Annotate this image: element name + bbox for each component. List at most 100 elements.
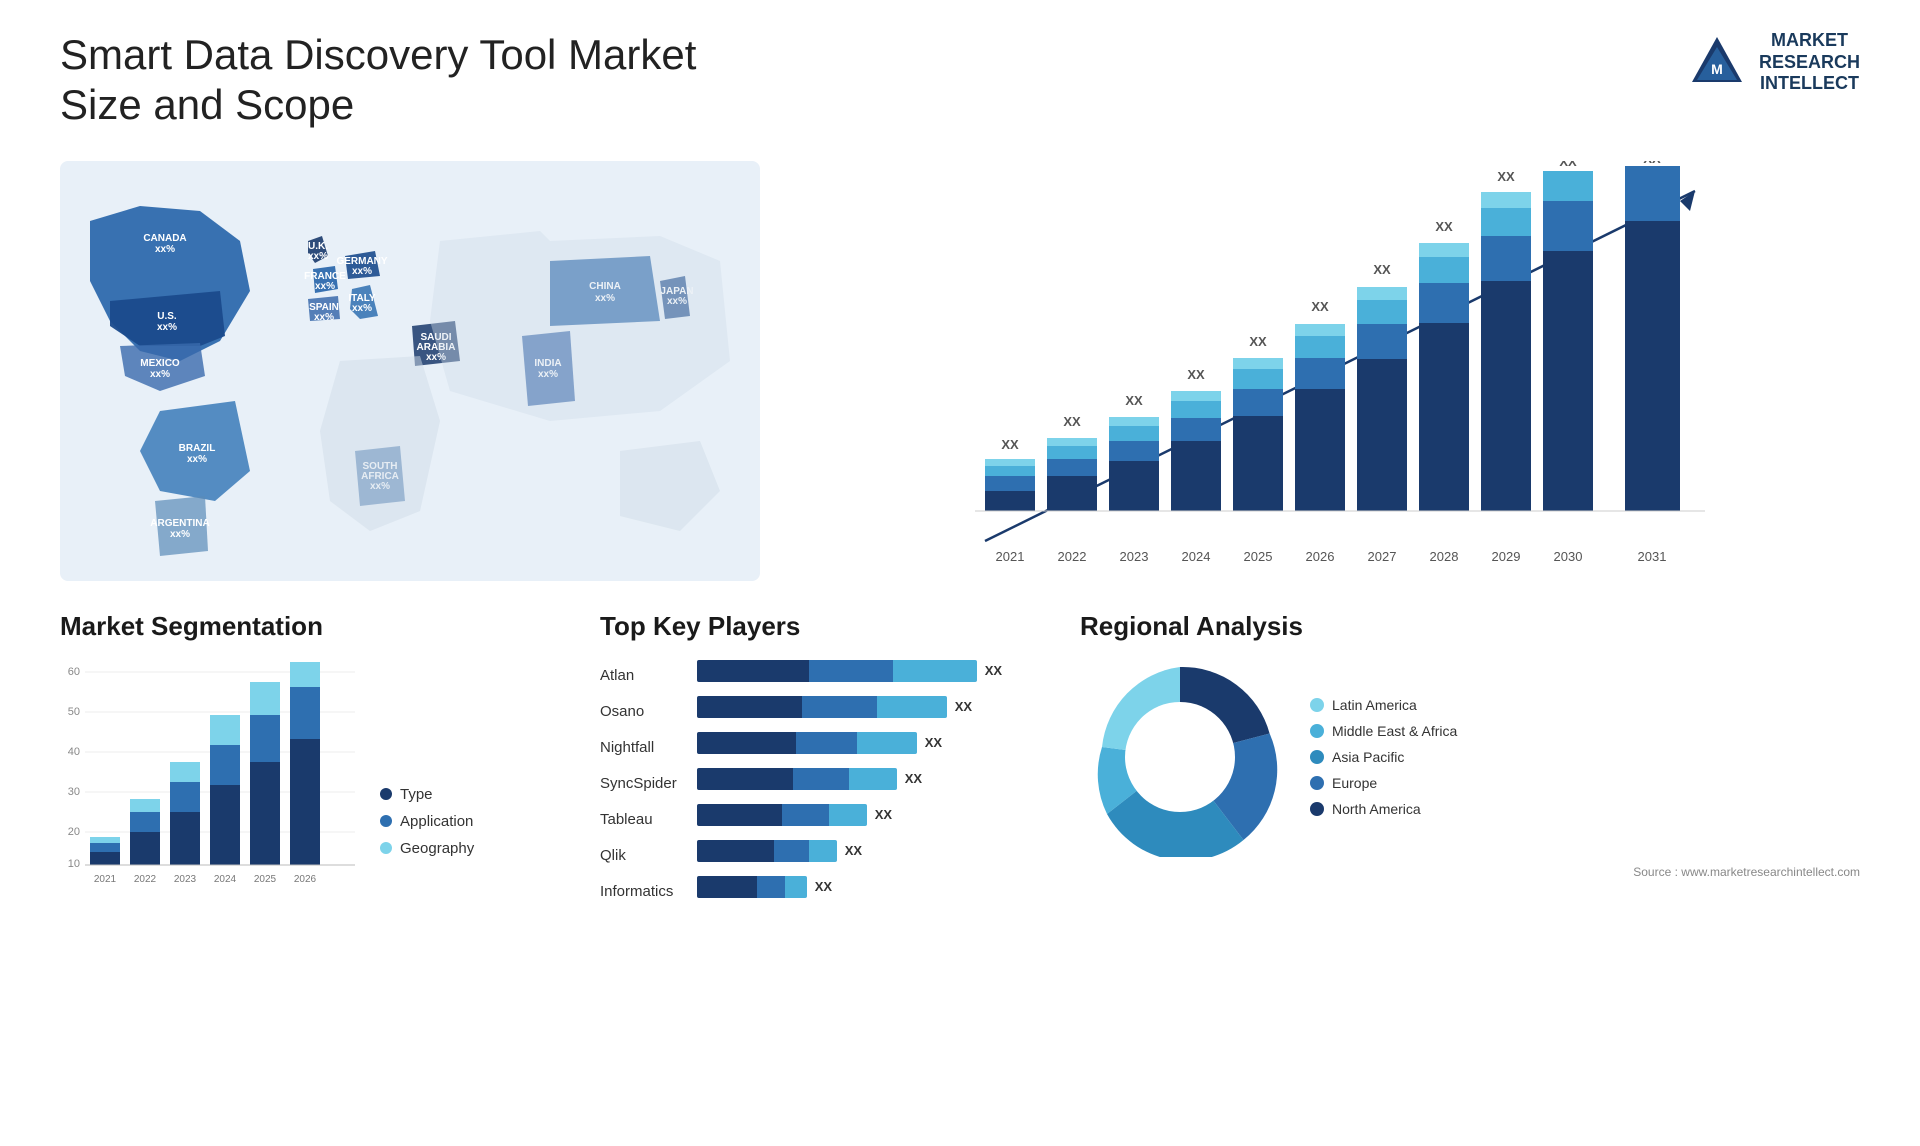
bar-chart-section: XX 2021 XX 2022 XX 2023	[790, 161, 1860, 581]
svg-text:XX: XX	[1125, 393, 1143, 408]
regional-dot-na	[1310, 802, 1324, 816]
svg-text:xx%: xx%	[187, 454, 207, 465]
player-bar-row-qlik: XX	[697, 837, 1060, 865]
regional-title: Regional Analysis	[1080, 611, 1860, 642]
players-title: Top Key Players	[600, 611, 1060, 642]
player-tableau: Tableau	[600, 806, 677, 834]
logo-icon: M	[1687, 32, 1747, 92]
legend-label-geography: Geography	[400, 840, 474, 857]
svg-text:xx%: xx%	[150, 369, 170, 380]
svg-text:2031: 2031	[1638, 549, 1667, 564]
regional-content: Latin America Middle East & Africa Asia …	[1080, 657, 1860, 857]
svg-text:xx%: xx%	[352, 266, 372, 277]
player-bar-label-tableau: XX	[875, 807, 892, 822]
players-section: Top Key Players Atlan Osano Nightfall Sy…	[600, 611, 1060, 906]
regional-label-europe: Europe	[1332, 775, 1377, 791]
player-bar-informatics	[697, 876, 807, 898]
player-qlik: Qlik	[600, 842, 677, 870]
svg-text:2023: 2023	[1120, 549, 1149, 564]
svg-text:xx%: xx%	[308, 251, 328, 262]
svg-text:2021: 2021	[94, 874, 117, 885]
svg-text:50: 50	[68, 706, 80, 718]
player-atlan: Atlan	[600, 662, 677, 690]
regional-section: Regional Analysis	[1080, 611, 1860, 879]
svg-text:20: 20	[68, 826, 80, 838]
segmentation-chart: 60 50 40 30 20 10	[60, 657, 360, 887]
player-bar-label-osano: XX	[955, 699, 972, 714]
player-syncspider: SyncSpider	[600, 770, 677, 798]
svg-text:2025: 2025	[254, 874, 277, 885]
svg-text:XX: XX	[1311, 299, 1329, 314]
svg-text:2022: 2022	[1058, 549, 1087, 564]
player-bar-row-atlan: XX	[697, 657, 1060, 685]
players-list: Atlan Osano Nightfall SyncSpider Tableau…	[600, 657, 1060, 906]
player-bar-nightfall	[697, 732, 917, 754]
svg-text:U.S.: U.S.	[157, 311, 177, 322]
svg-text:MEXICO: MEXICO	[140, 358, 180, 369]
regional-label-latin: Latin America	[1332, 697, 1417, 713]
player-bar-syncspider	[697, 768, 897, 790]
player-bar-label-atlan: XX	[985, 663, 1002, 678]
svg-text:2021: 2021	[996, 549, 1025, 564]
svg-text:xx%: xx%	[155, 244, 175, 255]
svg-text:xx%: xx%	[157, 322, 177, 333]
svg-text:2027: 2027	[1368, 549, 1397, 564]
svg-text:2028: 2028	[1430, 549, 1459, 564]
svg-text:xx%: xx%	[170, 529, 190, 540]
legend-dot-type	[380, 788, 392, 800]
svg-text:2022: 2022	[134, 874, 157, 885]
svg-text:XX: XX	[1559, 161, 1577, 169]
svg-text:60: 60	[68, 666, 80, 678]
svg-text:XX: XX	[1001, 437, 1019, 452]
regional-legend: Latin America Middle East & Africa Asia …	[1310, 697, 1457, 817]
svg-text:2024: 2024	[1182, 549, 1211, 564]
logo-area: M MARKETRESEARCHINTELLECT	[1687, 30, 1860, 95]
logo-text: MARKETRESEARCHINTELLECT	[1759, 30, 1860, 95]
svg-text:2025: 2025	[1244, 549, 1273, 564]
player-names: Atlan Osano Nightfall SyncSpider Tableau…	[600, 657, 677, 906]
segmentation-title: Market Segmentation	[60, 611, 580, 642]
page-title: Smart Data Discovery Tool Market Size an…	[60, 30, 760, 131]
player-nightfall: Nightfall	[600, 734, 677, 762]
svg-text:2026: 2026	[1306, 549, 1335, 564]
regional-legend-apac: Asia Pacific	[1310, 749, 1457, 765]
regional-label-na: North America	[1332, 801, 1421, 817]
player-bar-row-informatics: XX	[697, 873, 1060, 901]
svg-text:XX: XX	[1249, 334, 1267, 349]
regional-legend-latin: Latin America	[1310, 697, 1457, 713]
player-bars: XX XX	[697, 657, 1060, 906]
svg-text:XX: XX	[1643, 161, 1661, 166]
svg-text:XX: XX	[1187, 367, 1205, 382]
svg-text:2023: 2023	[174, 874, 197, 885]
svg-text:xx%: xx%	[352, 303, 372, 314]
player-bar-qlik	[697, 840, 837, 862]
regional-dot-apac	[1310, 750, 1324, 764]
svg-text:2026: 2026	[294, 874, 317, 885]
player-bar-label-nightfall: XX	[925, 735, 942, 750]
regional-dot-mea	[1310, 724, 1324, 738]
source-text: Source : www.marketresearchintellect.com	[1080, 865, 1860, 879]
regional-legend-europe: Europe	[1310, 775, 1457, 791]
svg-text:XX: XX	[1435, 219, 1453, 234]
player-bar-atlan	[697, 660, 977, 682]
svg-text:2024: 2024	[214, 874, 237, 885]
donut-chart	[1080, 657, 1280, 857]
svg-text:2029: 2029	[1492, 549, 1521, 564]
svg-text:xx%: xx%	[314, 312, 334, 323]
legend-item-geography: Geography	[380, 840, 474, 857]
svg-text:XX: XX	[1373, 262, 1391, 277]
regional-label-apac: Asia Pacific	[1332, 749, 1404, 765]
svg-text:2030: 2030	[1554, 549, 1583, 564]
svg-text:10: 10	[68, 858, 80, 870]
page-container: Smart Data Discovery Tool Market Size an…	[0, 0, 1920, 1146]
svg-text:CANADA: CANADA	[143, 233, 186, 244]
svg-text:ARGENTINA: ARGENTINA	[150, 518, 209, 529]
legend-label-application: Application	[400, 813, 473, 830]
svg-text:XX: XX	[1063, 414, 1081, 429]
player-bar-row-syncspider: XX	[697, 765, 1060, 793]
regional-dot-latin	[1310, 698, 1324, 712]
player-bar-row-nightfall: XX	[697, 729, 1060, 757]
player-bar-osano	[697, 696, 947, 718]
legend-item-application: Application	[380, 813, 474, 830]
svg-text:xx%: xx%	[315, 281, 335, 292]
